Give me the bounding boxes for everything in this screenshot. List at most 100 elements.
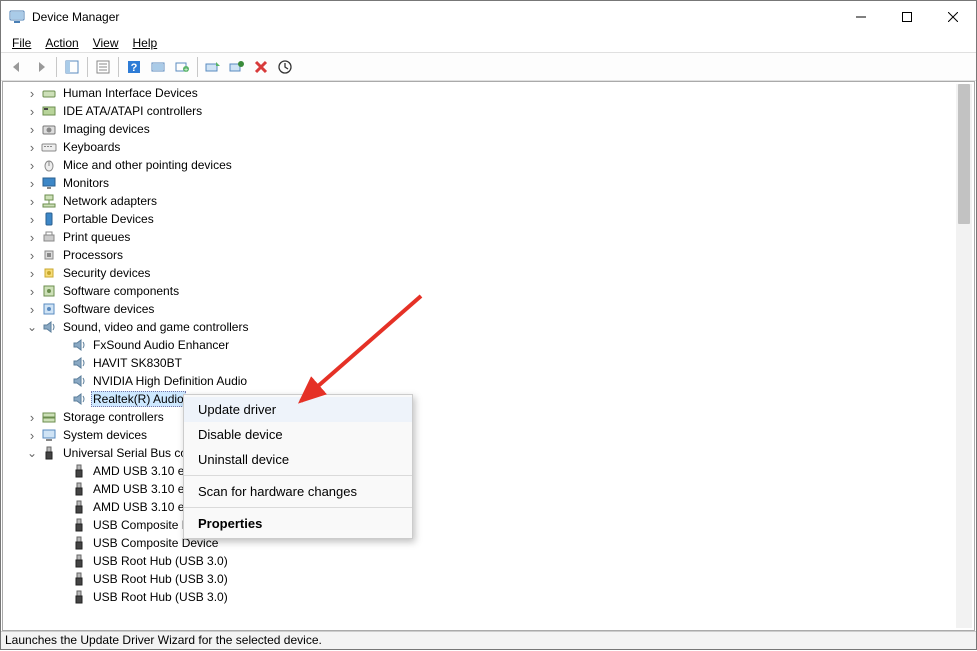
- minimize-button[interactable]: [838, 1, 884, 33]
- properties-button[interactable]: [91, 55, 115, 79]
- disable-device-button[interactable]: [249, 55, 273, 79]
- tree-node-label: Software components: [61, 284, 181, 298]
- tree-node[interactable]: USB Composite Device: [3, 534, 974, 552]
- context-menu-separator: [184, 507, 412, 508]
- device-tree[interactable]: ›Human Interface Devices›IDE ATA/ATAPI c…: [3, 82, 974, 630]
- show-hide-tree-button[interactable]: [60, 55, 84, 79]
- scroll-thumb[interactable]: [958, 84, 970, 224]
- expand-icon[interactable]: ›: [25, 284, 39, 299]
- hid-icon: [41, 85, 57, 101]
- ide-icon: [41, 103, 57, 119]
- tree-node[interactable]: AMD USB 3.10 eXtensible Host Controller …: [3, 498, 974, 516]
- system-icon: [41, 427, 57, 443]
- tree-node[interactable]: › IDE ATA/ATAPI controllers: [3, 102, 974, 120]
- tree-node-label: Software devices: [61, 302, 156, 316]
- title-bar: Device Manager: [1, 1, 976, 33]
- expand-icon[interactable]: ›: [25, 230, 39, 245]
- back-button[interactable]: [5, 55, 29, 79]
- maximize-button[interactable]: [884, 1, 930, 33]
- tree-node[interactable]: ›Security devices: [3, 264, 974, 282]
- network-icon: [41, 193, 57, 209]
- expand-icon[interactable]: ›: [25, 266, 39, 281]
- expand-icon[interactable]: ›: [25, 212, 39, 227]
- collapse-icon[interactable]: ⌄: [25, 446, 39, 460]
- tree-node[interactable]: › Keyboards: [3, 138, 974, 156]
- usb-plug-icon: [71, 589, 87, 605]
- tree-node-label: HAVIT SK830BT: [91, 356, 184, 370]
- tree-node[interactable]: › Mice and other pointing devices: [3, 156, 974, 174]
- help-button[interactable]: ?: [122, 55, 146, 79]
- tree-node[interactable]: ⌄Universal Serial Bus controllers: [3, 444, 974, 462]
- uninstall-device-button[interactable]: [225, 55, 249, 79]
- tree-node[interactable]: › Software devices: [3, 300, 974, 318]
- printer-icon: [41, 229, 57, 245]
- menu-action[interactable]: Action: [38, 34, 85, 52]
- tree-node[interactable]: AMD USB 3.10 eXtensible Host Controller …: [3, 480, 974, 498]
- add-legacy-hardware-button[interactable]: +: [170, 55, 194, 79]
- tree-node[interactable]: › Monitors: [3, 174, 974, 192]
- tree-node[interactable]: ›Storage controllers: [3, 408, 974, 426]
- expand-icon[interactable]: ›: [25, 302, 39, 317]
- close-button[interactable]: [930, 1, 976, 33]
- enable-device-button[interactable]: [273, 55, 297, 79]
- tree-node-label: IDE ATA/ATAPI controllers: [61, 104, 204, 118]
- tree-node[interactable]: › Network adapters: [3, 192, 974, 210]
- expand-icon[interactable]: ›: [25, 104, 39, 119]
- tree-node[interactable]: NVIDIA High Definition Audio: [3, 372, 974, 390]
- tree-node[interactable]: USB Root Hub (USB 3.0): [3, 588, 974, 606]
- usb-plug-icon: [71, 571, 87, 587]
- scan-hardware-button[interactable]: [146, 55, 170, 79]
- tree-node[interactable]: AMD USB 3.10 eXtensible Host Controller …: [3, 462, 974, 480]
- tree-node-label: USB Root Hub (USB 3.0): [91, 572, 230, 586]
- window-controls: [838, 1, 976, 33]
- forward-button[interactable]: [29, 55, 53, 79]
- tree-node[interactable]: ›Processors: [3, 246, 974, 264]
- update-driver-button[interactable]: [201, 55, 225, 79]
- device-tree-panel: ›Human Interface Devices›IDE ATA/ATAPI c…: [2, 81, 975, 631]
- tree-node[interactable]: ›Imaging devices: [3, 120, 974, 138]
- menu-help[interactable]: Help: [126, 34, 165, 52]
- tree-node-label: Monitors: [61, 176, 111, 190]
- expand-icon[interactable]: ›: [25, 428, 39, 443]
- tree-node[interactable]: Realtek(R) Audio: [3, 390, 974, 408]
- tree-node-label: Print queues: [61, 230, 132, 244]
- expand-icon[interactable]: ›: [25, 248, 39, 263]
- context-menu-item[interactable]: Uninstall device: [184, 447, 412, 472]
- expand-icon[interactable]: ›: [25, 410, 39, 425]
- tree-node[interactable]: USB Root Hub (USB 3.0): [3, 552, 974, 570]
- context-menu-item[interactable]: Update driver: [184, 397, 412, 422]
- tree-node-label: Network adapters: [61, 194, 159, 208]
- expand-icon[interactable]: ›: [25, 122, 39, 137]
- expand-icon[interactable]: ›: [25, 158, 39, 173]
- monitor-icon: [41, 175, 57, 191]
- app-icon: [9, 9, 25, 25]
- expand-icon[interactable]: ›: [25, 176, 39, 191]
- status-bar: Launches the Update Driver Wizard for th…: [1, 631, 976, 649]
- menu-file[interactable]: File: [5, 34, 38, 52]
- tree-node[interactable]: ⌄Sound, video and game controllers: [3, 318, 974, 336]
- expand-icon[interactable]: ›: [25, 86, 39, 101]
- vertical-scrollbar[interactable]: [956, 84, 972, 628]
- tree-node-label: Mice and other pointing devices: [61, 158, 234, 172]
- tree-node[interactable]: › Software components: [3, 282, 974, 300]
- tree-node[interactable]: USB Root Hub (USB 3.0): [3, 570, 974, 588]
- expand-icon[interactable]: ›: [25, 140, 39, 155]
- expand-icon[interactable]: ›: [25, 194, 39, 209]
- context-menu-separator: [184, 475, 412, 476]
- camera-icon: [41, 121, 57, 137]
- tree-node[interactable]: USB Composite Device: [3, 516, 974, 534]
- tree-node[interactable]: ›Human Interface Devices: [3, 84, 974, 102]
- context-menu-item[interactable]: Scan for hardware changes: [184, 479, 412, 504]
- tree-node[interactable]: ›Portable Devices: [3, 210, 974, 228]
- collapse-icon[interactable]: ⌄: [25, 320, 39, 334]
- tree-node[interactable]: › Print queues: [3, 228, 974, 246]
- tree-node[interactable]: HAVIT SK830BT: [3, 354, 974, 372]
- tree-node[interactable]: FxSound Audio Enhancer: [3, 336, 974, 354]
- context-menu-item[interactable]: Properties: [184, 511, 412, 536]
- tree-node[interactable]: ›System devices: [3, 426, 974, 444]
- context-menu-item[interactable]: Disable device: [184, 422, 412, 447]
- menu-view[interactable]: View: [86, 34, 126, 52]
- keyboard-icon: [41, 139, 57, 155]
- tree-node-label: FxSound Audio Enhancer: [91, 338, 231, 352]
- tree-node-label: Keyboards: [61, 140, 122, 154]
